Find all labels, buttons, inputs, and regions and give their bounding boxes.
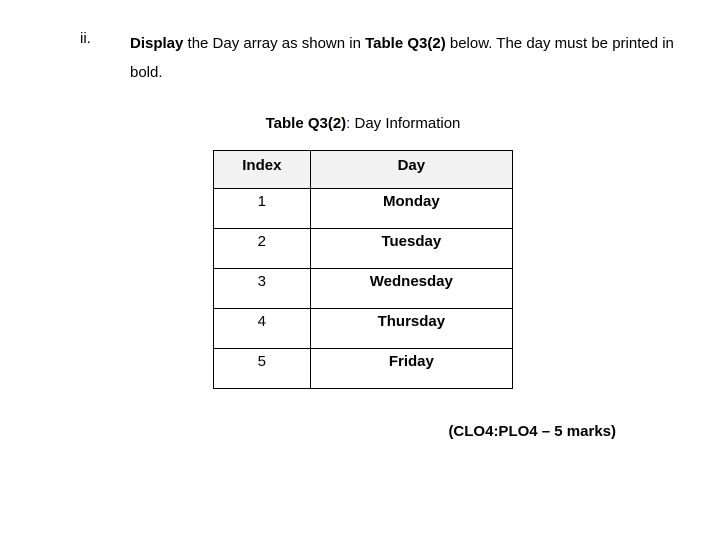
table-header-row: Index Day	[214, 151, 513, 189]
question-text: Display the Day array as shown in Table …	[130, 30, 676, 87]
question-mid: the Day array as shown in	[183, 35, 365, 52]
table-caption: Table Q3(2): Day Information	[50, 115, 676, 132]
cell-day: Friday	[310, 349, 512, 389]
cell-index: 4	[214, 309, 311, 349]
question-label: ii.	[50, 30, 130, 47]
table-row: 4 Thursday	[214, 309, 513, 349]
table-row: 1 Monday	[214, 189, 513, 229]
question-bold1: Display	[130, 35, 183, 52]
cell-day: Thursday	[310, 309, 512, 349]
cell-day: Tuesday	[310, 229, 512, 269]
caption-bold: Table Q3(2)	[266, 115, 347, 132]
table-header-index: Index	[214, 151, 311, 189]
table-row: 2 Tuesday	[214, 229, 513, 269]
cell-day: Wednesday	[310, 269, 512, 309]
marks-line: (CLO4:PLO4 – 5 marks)	[50, 423, 676, 440]
question-row: ii. Display the Day array as shown in Ta…	[50, 30, 676, 87]
table-header-day: Day	[310, 151, 512, 189]
cell-index: 3	[214, 269, 311, 309]
day-table: Index Day 1 Monday 2 Tuesday 3 Wednesday…	[213, 150, 513, 389]
table-row: 5 Friday	[214, 349, 513, 389]
cell-day: Monday	[310, 189, 512, 229]
question-bold2: Table Q3(2)	[365, 35, 446, 52]
cell-index: 1	[214, 189, 311, 229]
table-row: 3 Wednesday	[214, 269, 513, 309]
cell-index: 5	[214, 349, 311, 389]
caption-rest: Day Information	[350, 115, 460, 132]
cell-index: 2	[214, 229, 311, 269]
